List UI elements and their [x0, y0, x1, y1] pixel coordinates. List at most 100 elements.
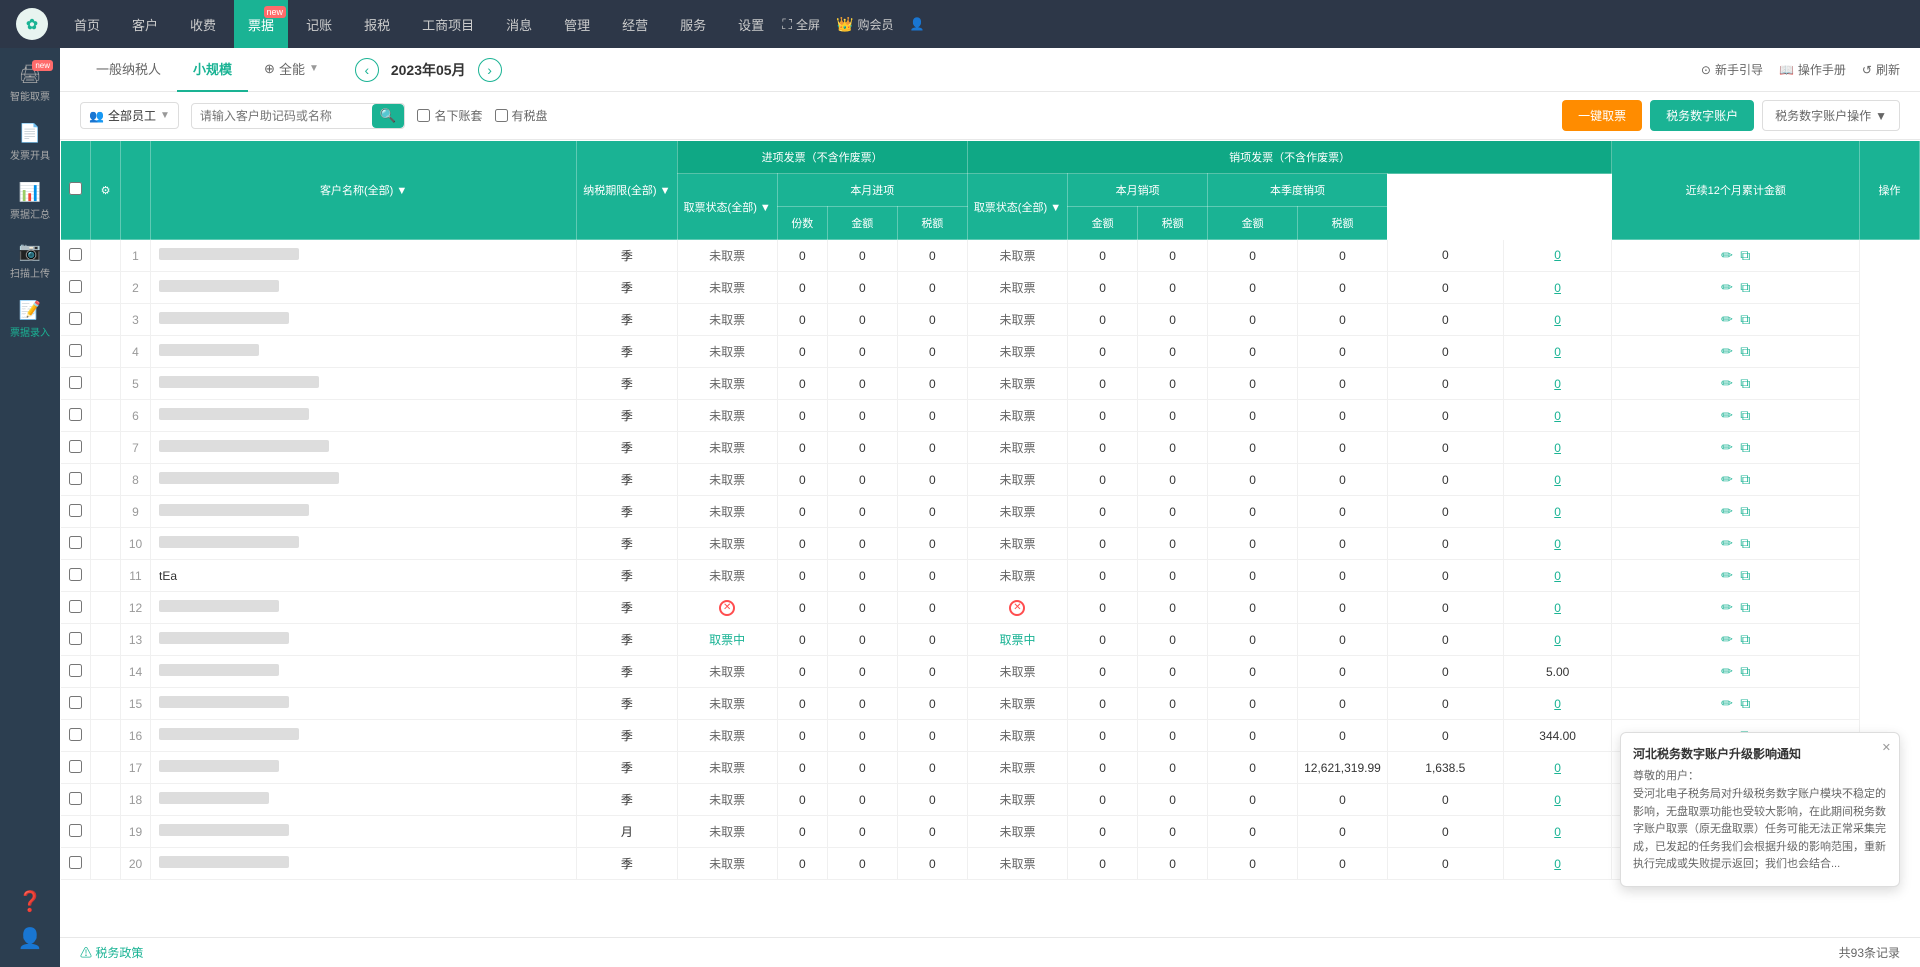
copy-icon[interactable]: ⧉	[1740, 407, 1750, 423]
nav-accounting[interactable]: 记账	[292, 0, 346, 48]
copy-icon[interactable]: ⧉	[1740, 503, 1750, 519]
select-all-checkbox[interactable]	[69, 182, 82, 195]
row-checkbox[interactable]	[69, 600, 82, 613]
nav-settings[interactable]: 设置	[724, 0, 778, 48]
quick-ticket-btn[interactable]: 一键取票	[1562, 100, 1642, 131]
nav-message[interactable]: 消息	[492, 0, 546, 48]
row-checkbox[interactable]	[69, 248, 82, 261]
row-cumul-cell[interactable]: 5.00	[1503, 656, 1612, 688]
row-checkbox[interactable]	[69, 568, 82, 581]
row-checkbox[interactable]	[69, 792, 82, 805]
tax-digital-ops-btn[interactable]: 税务数字账户操作 ▼	[1762, 100, 1900, 131]
cumul-link[interactable]: 0	[1554, 537, 1561, 551]
next-month-btn[interactable]: ›	[478, 58, 502, 82]
th-fetch-status-in[interactable]: 取票状态(全部) ▼	[677, 174, 777, 240]
row-checkbox[interactable]	[69, 504, 82, 517]
edit-icon[interactable]: ✏	[1721, 343, 1733, 359]
edit-icon[interactable]: ✏	[1721, 599, 1733, 615]
edit-icon[interactable]: ✏	[1721, 375, 1733, 391]
row-checkbox[interactable]	[69, 536, 82, 549]
nav-admin[interactable]: 管理	[550, 0, 604, 48]
row-checkbox[interactable]	[69, 760, 82, 773]
row-checkbox[interactable]	[69, 376, 82, 389]
prev-month-btn[interactable]: ‹	[355, 58, 379, 82]
sidebar-item-invoice-summary[interactable]: 📊 票据汇总	[3, 174, 57, 229]
row-cumul-cell[interactable]: 0	[1503, 464, 1612, 496]
copy-icon[interactable]: ⧉	[1740, 375, 1750, 391]
edit-icon[interactable]: ✏	[1721, 695, 1733, 711]
edit-icon[interactable]: ✏	[1721, 663, 1733, 679]
search-input[interactable]	[192, 105, 372, 127]
cumul-link[interactable]: 0	[1554, 377, 1561, 391]
row-cumul-cell[interactable]: 0	[1503, 496, 1612, 528]
copy-icon[interactable]: ⧉	[1740, 599, 1750, 615]
copy-icon[interactable]: ⧉	[1740, 279, 1750, 295]
nav-tax[interactable]: 报税	[350, 0, 404, 48]
cumul-link[interactable]: 0	[1554, 281, 1561, 295]
copy-icon[interactable]: ⧉	[1740, 343, 1750, 359]
row-checkbox[interactable]	[69, 856, 82, 869]
row-cumul-cell[interactable]: 0	[1503, 752, 1612, 784]
tax-digital-btn[interactable]: 税务数字账户	[1650, 100, 1754, 131]
sidebar-item-smart-ticket[interactable]: new 🖨 智能取票	[3, 56, 57, 111]
edit-icon[interactable]: ✏	[1721, 439, 1733, 455]
sidebar-help-icon[interactable]: ❓	[18, 889, 43, 914]
row-cumul-cell[interactable]: 0	[1503, 816, 1612, 848]
row-cumul-cell[interactable]: 0	[1503, 368, 1612, 400]
checkbox-has-taxpad[interactable]: 有税盘	[495, 107, 548, 124]
row-cumul-cell[interactable]: 0	[1503, 560, 1612, 592]
sidebar-item-invoice-issue[interactable]: 📄 发票开具	[3, 115, 57, 170]
tax-policy-link[interactable]: ⚠ 税务政策	[80, 944, 143, 961]
row-cumul-cell[interactable]: 0	[1503, 432, 1612, 464]
cumul-link[interactable]: 0	[1554, 761, 1561, 775]
row-checkbox[interactable]	[69, 472, 82, 485]
row-cumul-cell[interactable]: 0	[1503, 336, 1612, 368]
copy-icon[interactable]: ⧉	[1740, 535, 1750, 551]
edit-icon[interactable]: ✏	[1721, 279, 1733, 295]
row-checkbox[interactable]	[69, 280, 82, 293]
row-cumul-cell[interactable]: 0	[1503, 240, 1612, 272]
row-cumul-cell[interactable]: 0	[1503, 624, 1612, 656]
edit-icon[interactable]: ✏	[1721, 567, 1733, 583]
nav-service[interactable]: 服务	[666, 0, 720, 48]
row-checkbox[interactable]	[69, 440, 82, 453]
row-cumul-cell[interactable]: 0	[1503, 304, 1612, 336]
copy-icon[interactable]: ⧉	[1740, 631, 1750, 647]
nav-customer[interactable]: 客户	[118, 0, 172, 48]
row-checkbox[interactable]	[69, 728, 82, 741]
checkbox-has-taxpad-input[interactable]	[495, 109, 508, 122]
nav-invoice[interactable]: 票据 new	[234, 0, 288, 48]
copy-icon[interactable]: ⧉	[1740, 439, 1750, 455]
cumul-link[interactable]: 0	[1554, 313, 1561, 327]
nav-business[interactable]: 工商项目	[408, 0, 488, 48]
cumul-link[interactable]: 0	[1554, 601, 1561, 615]
edit-icon[interactable]: ✏	[1721, 247, 1733, 263]
row-checkbox[interactable]	[69, 312, 82, 325]
manual-btn[interactable]: 📖 操作手册	[1779, 61, 1846, 78]
row-cumul-cell[interactable]: 0	[1503, 784, 1612, 816]
copy-icon[interactable]: ⧉	[1740, 663, 1750, 679]
user-avatar[interactable]: 👤	[909, 17, 924, 31]
employee-filter[interactable]: 👥 全部员工 ▼	[80, 102, 179, 129]
edit-icon[interactable]: ✏	[1721, 311, 1733, 327]
tab-all-in-one[interactable]: ⊕ 全能 ▼	[248, 48, 335, 92]
cumul-link[interactable]: 0	[1554, 409, 1561, 423]
row-cumul-cell[interactable]: 0	[1503, 528, 1612, 560]
sidebar-item-invoice-entry[interactable]: 📝 票据录入	[3, 292, 57, 347]
cumul-link[interactable]: 0	[1554, 248, 1561, 262]
edit-icon[interactable]: ✏	[1721, 471, 1733, 487]
row-cumul-cell[interactable]: 344.00	[1503, 720, 1612, 752]
copy-icon[interactable]: ⧉	[1740, 247, 1750, 263]
edit-icon[interactable]: ✏	[1721, 503, 1733, 519]
copy-icon[interactable]: ⧉	[1740, 567, 1750, 583]
row-cumul-cell[interactable]: 0	[1503, 688, 1612, 720]
nav-operation[interactable]: 经营	[608, 0, 662, 48]
row-cumul-cell[interactable]: 0	[1503, 592, 1612, 624]
sidebar-item-scan-upload[interactable]: 📷 扫描上传	[3, 233, 57, 288]
row-cumul-cell[interactable]: 0	[1503, 272, 1612, 304]
cumul-link[interactable]: 0	[1554, 633, 1561, 647]
row-cumul-cell[interactable]: 0	[1503, 848, 1612, 880]
tab-small-scale[interactable]: 小规模	[177, 48, 248, 92]
copy-icon[interactable]: ⧉	[1740, 695, 1750, 711]
th-name[interactable]: 客户名称(全部) ▼	[151, 141, 577, 240]
